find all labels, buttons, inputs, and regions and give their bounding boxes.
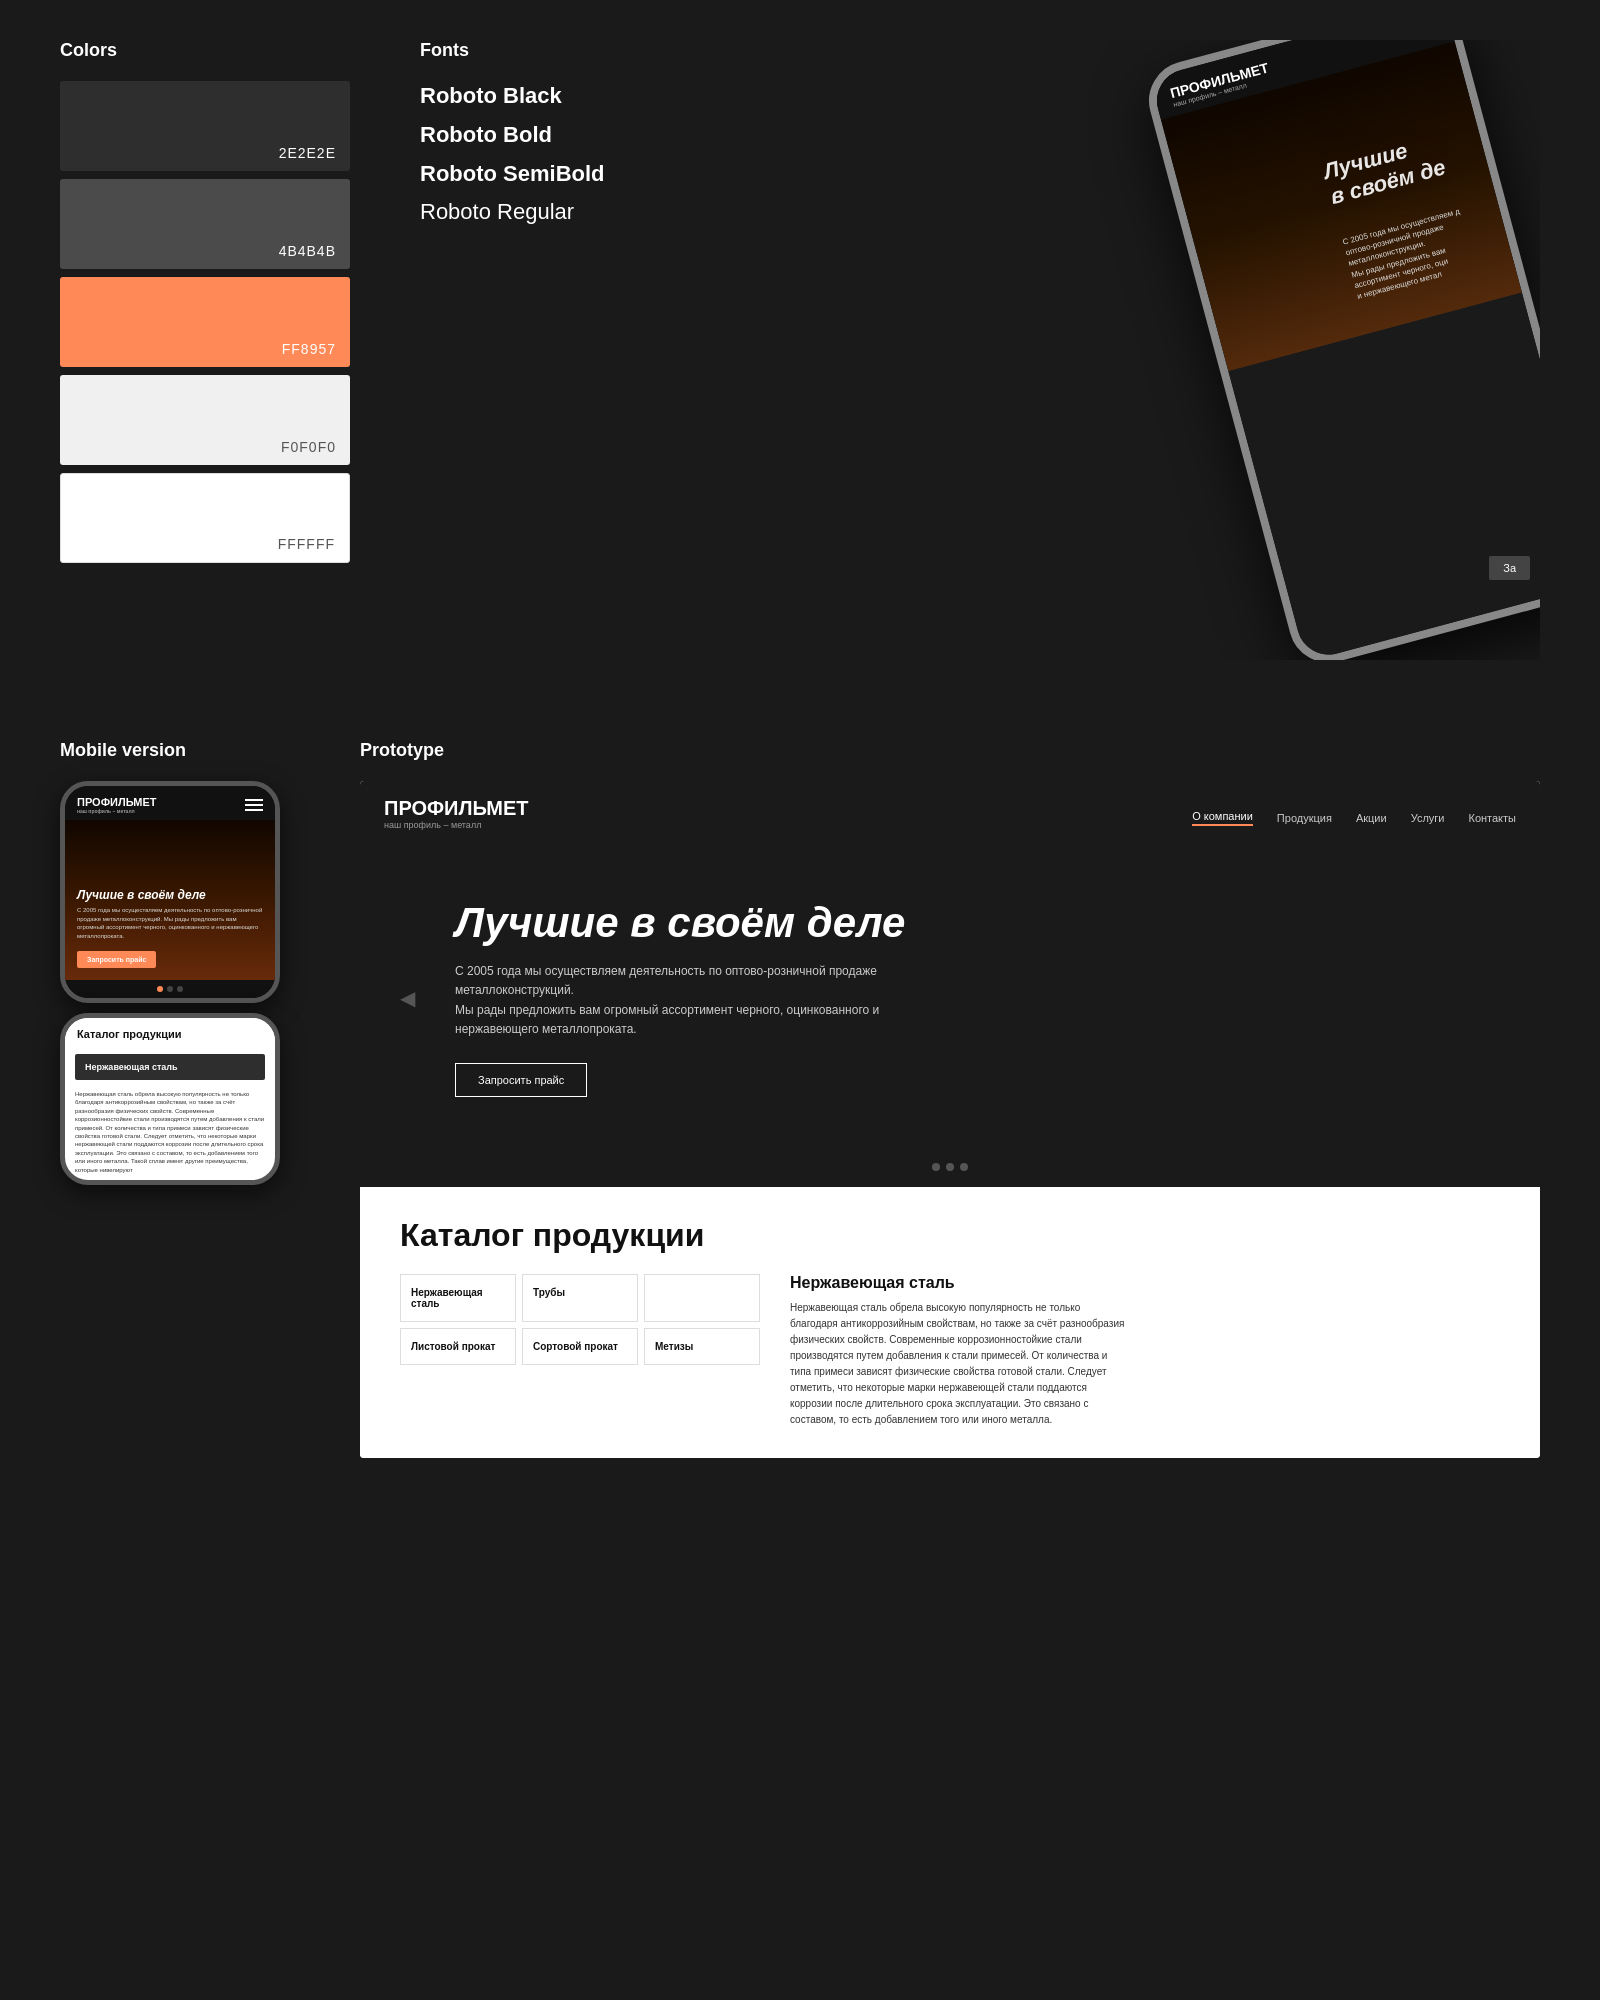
color-swatch-3: FF8957 [60,277,350,367]
proto-dot-1[interactable] [932,1163,940,1171]
phone-small-cta-button[interactable]: Запросить прайс [77,951,156,968]
proto-nav-contacts[interactable]: Контакты [1468,812,1516,824]
proto-catalog-grid: Нержавеющая сталь Трубы Листовой прокат … [400,1274,760,1365]
color-swatch-2: 4B4B4B [60,179,350,269]
proto-hero: ◀ Лучшие в своём деле С 2005 года мы осу… [360,840,1540,1147]
dot-3 [177,986,183,992]
colors-title: Colors [60,40,360,61]
proto-catalog-desc: Нержавеющая сталь Нержавеющая сталь обре… [790,1274,1130,1428]
page-wrapper: Colors 2E2E2E 4B4B4B FF8957 F0F0F0 FFFFF… [0,0,1600,1498]
phone-small-dots [65,980,275,998]
proto-catalog: Каталог продукции Нержавеющая сталь Труб… [360,1187,1540,1458]
font-item-2: Roboto Bold [420,120,670,151]
phone-3d: ПРОФИЛЬМЕТ наш профиль – металл [1140,40,1540,660]
prototype-col: Prototype ПРОФИЛЬМЕТ наш профиль – метал… [360,740,1540,1458]
font-item-3: Roboto SemiBold [420,159,670,190]
proto-catalog-desc-title: Нержавеющая сталь [790,1274,1130,1292]
phone-small-1: ПРОФИЛЬМЕТ наш профиль – металл [60,781,280,1003]
proto-catalog-cell-3 [644,1274,760,1322]
color-swatch-1: 2E2E2E [60,81,350,171]
mobile-version-title: Mobile version [60,740,320,761]
phone-small-header-1: ПРОФИЛЬМЕТ наш профиль – металл [65,786,275,820]
hamburger-line-a [245,799,263,801]
hamburger-line-b [245,804,263,806]
proto-catalog-cell-1[interactable]: Нержавеющая сталь [400,1274,516,1322]
font-item-1: Roboto Black [420,81,670,112]
proto-nav-about[interactable]: О компании [1192,810,1253,826]
prototype-title: Prototype [360,740,1540,761]
phone-small-hero-desc: С 2005 года мы осуществляем деятельность… [77,906,263,940]
phone-small-logo-block: ПРОФИЛЬМЕТ наш профиль – металл [77,796,157,814]
proto-catalog-title: Каталог продукции [400,1217,1500,1254]
proto-hero-desc-line1: С 2005 года мы осуществляем деятельность… [455,964,877,997]
proto-hero-content: Лучшие в своём деле С 2005 года мы осуще… [455,900,1500,1097]
proto-catalog-cell-4[interactable]: Листовой прокат [400,1328,516,1365]
proto-nav-promotions[interactable]: Акции [1356,812,1387,824]
proto-dot-2[interactable] [946,1163,954,1171]
phone-small-catalog: Каталог продукции Нержавеющая сталь Нерж… [60,1013,280,1185]
color-swatch-4: F0F0F0 [60,375,350,465]
font-list: Roboto Black Roboto Bold Roboto SemiBold… [420,81,670,228]
proto-tagline: наш профиль – металл [384,820,529,830]
colors-panel: Colors 2E2E2E 4B4B4B FF8957 F0F0F0 FFFFF… [60,40,360,660]
phone-catalog-header: Каталог продукции [65,1018,275,1050]
proto-nav-products[interactable]: Продукция [1277,812,1332,824]
phone-small-hero: Лучшие в своём деле С 2005 года мы осуще… [65,820,275,980]
proto-logo-block: ПРОФИЛЬМЕТ наш профиль – металл [384,797,529,830]
proto-hero-prev-arrow[interactable]: ◀ [400,986,415,1010]
phone-mockup-large: ПРОФИЛЬМЕТ наш профиль – металл [730,40,1540,660]
bottom-section: Mobile version ПРОФИЛЬМЕТ наш профиль – … [60,740,1540,1458]
proto-dot-3[interactable] [960,1163,968,1171]
color-label-5: FFFFFF [278,536,335,552]
dot-active [157,986,163,992]
phone-small-hero-title: Лучшие в своём деле [77,888,263,902]
cta-hint: За [1489,556,1530,580]
color-label-4: F0F0F0 [281,439,336,455]
prototype-container: ПРОФИЛЬМЕТ наш профиль – металл О компан… [360,781,1540,1458]
color-label-2: 4B4B4B [279,243,336,259]
proto-header: ПРОФИЛЬМЕТ наш профиль – металл О компан… [360,781,1540,840]
phone-small-hamburger[interactable] [245,799,263,811]
proto-catalog-desc-text: Нержавеющая сталь обрела высокую популяр… [790,1300,1130,1428]
mobile-version-col: Mobile version ПРОФИЛЬМЕТ наш профиль – … [60,740,320,1458]
phone-small-logo: ПРОФИЛЬМЕТ наш профиль – металл [77,796,157,814]
fonts-panel: Fonts Roboto Black Roboto Bold Roboto Se… [420,40,670,660]
hamburger-line-c [245,809,263,811]
phone-catalog-title: Каталог продукции [77,1028,263,1040]
proto-hero-desc: С 2005 года мы осуществляем деятельность… [455,962,955,1039]
dot-2 [167,986,173,992]
color-label-3: FF8957 [282,341,336,357]
font-item-4: Roboto Regular [420,197,670,228]
top-section: Colors 2E2E2E 4B4B4B FF8957 F0F0F0 FFFFF… [60,40,1540,660]
proto-catalog-inner: Нержавеющая сталь Трубы Листовой прокат … [400,1274,1500,1428]
proto-dots [360,1147,1540,1187]
phone-small-tagline: наш профиль – металл [77,808,157,814]
proto-nav-services[interactable]: Услуги [1411,812,1445,824]
color-swatch-5: FFFFFF [60,473,350,563]
proto-catalog-cell-2[interactable]: Трубы [522,1274,638,1322]
fonts-title: Fonts [420,40,670,61]
proto-logo: ПРОФИЛЬМЕТ наш профиль – металл [384,797,529,830]
color-label-1: 2E2E2E [279,145,336,161]
phone-catalog-text: Нержавеющая сталь обрела высокую популяр… [65,1084,275,1180]
phone-catalog-item[interactable]: Нержавеющая сталь [75,1054,265,1080]
phone-small-hero-content: Лучшие в своём деле С 2005 года мы осуще… [77,888,263,968]
proto-nav: О компании Продукция Акции Услуги Контак… [1192,810,1516,830]
phone-3d-screen: ПРОФИЛЬМЕТ наш профиль – металл [1150,40,1540,660]
proto-hero-desc-line2: Мы рады предложить вам огромный ассортим… [455,1003,879,1036]
proto-catalog-cell-6[interactable]: Метизы [644,1328,760,1365]
proto-catalog-cell-5[interactable]: Сортовой прокат [522,1328,638,1365]
mobile-phone-wrapper: ПРОФИЛЬМЕТ наш профиль – металл [60,781,320,1185]
proto-hero-cta-button[interactable]: Запросить прайс [455,1063,587,1097]
proto-hero-title: Лучшие в своём деле [455,900,1500,946]
